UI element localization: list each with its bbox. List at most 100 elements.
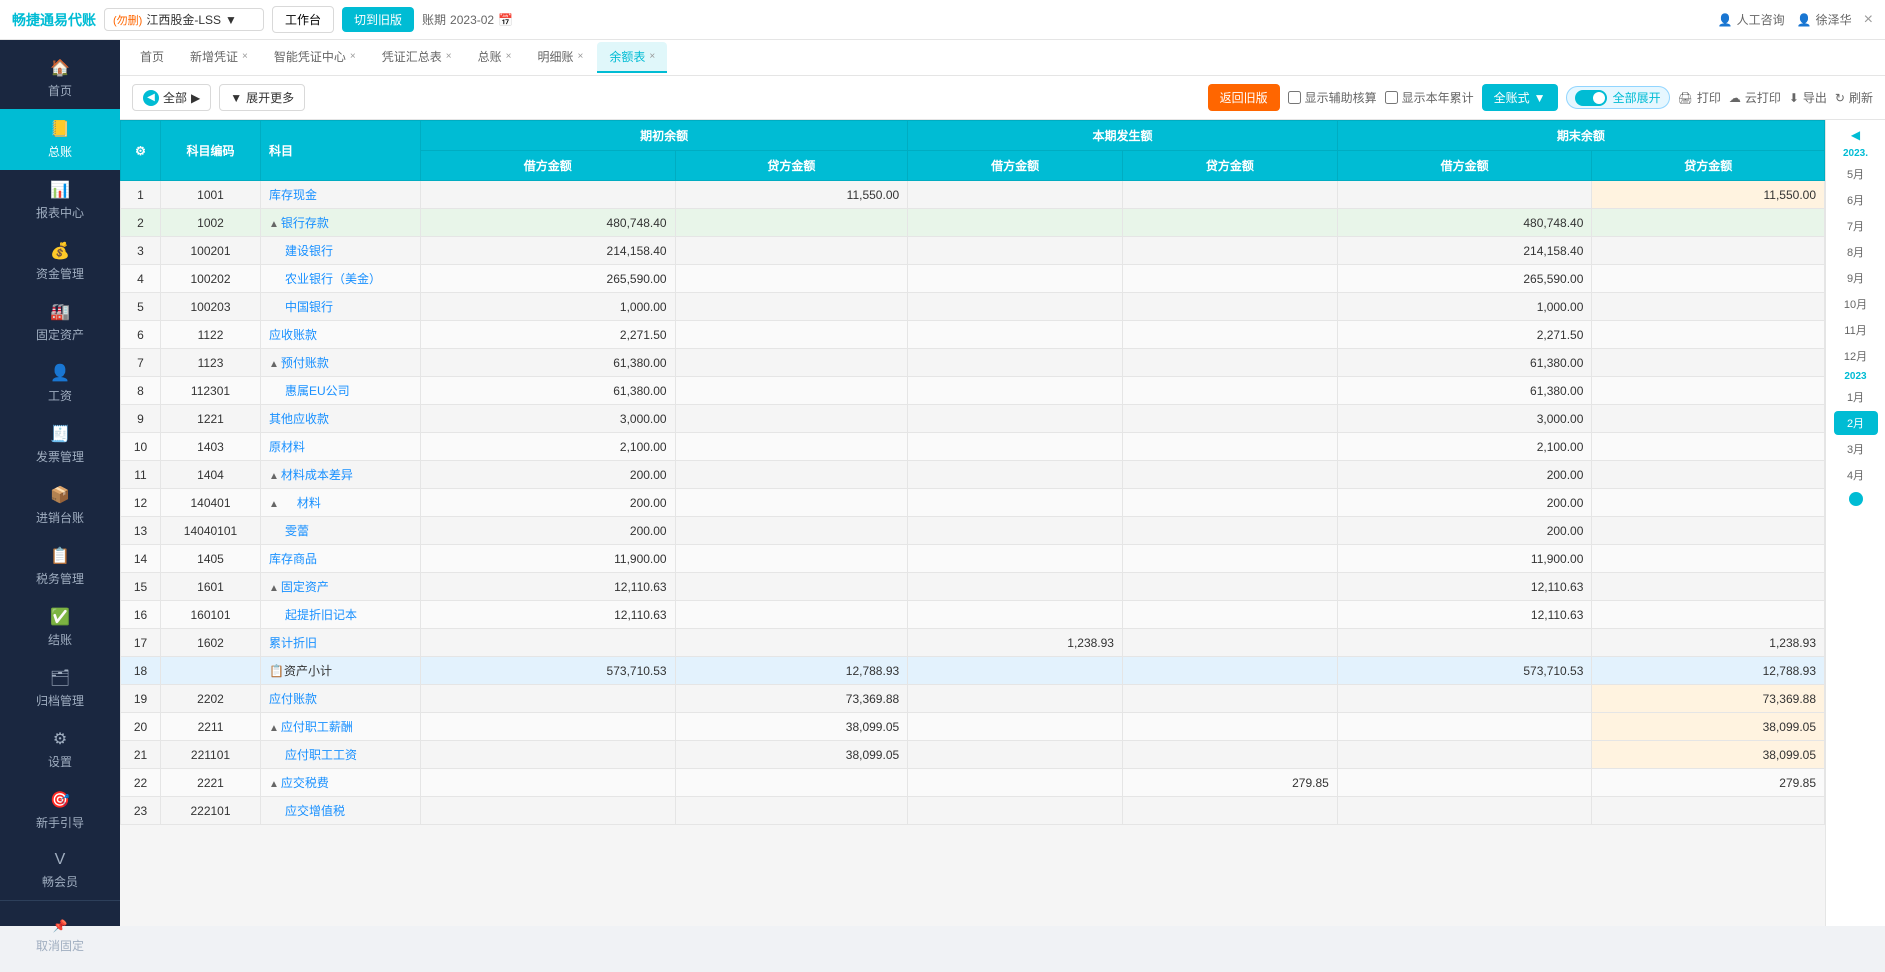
expand-all-toggle[interactable]: 全部展开 bbox=[1566, 86, 1670, 109]
tab-detail-close[interactable]: × bbox=[577, 51, 583, 62]
assist-checkbox-input[interactable] bbox=[1288, 91, 1301, 104]
ytd-checkbox-input[interactable] bbox=[1385, 91, 1398, 104]
close-button[interactable]: × bbox=[1864, 11, 1873, 29]
company-selector[interactable]: (勿删) 江西股金-LSS ▼ bbox=[104, 8, 264, 31]
row-name-link-19[interactable]: 应付职工薪酬 bbox=[281, 720, 353, 734]
expand-icon-14[interactable]: ▲ bbox=[269, 583, 279, 594]
row-name-5[interactable]: 应收账款 bbox=[261, 321, 421, 349]
sidebar-item-invoice[interactable]: 🧾 发票管理 bbox=[0, 414, 120, 475]
row-name-link-3[interactable]: 农业银行（美金） bbox=[285, 272, 381, 286]
tab-voucher-summary-close[interactable]: × bbox=[446, 51, 452, 62]
export-button[interactable]: ⬇ 导出 bbox=[1789, 89, 1827, 106]
sidebar-item-guide[interactable]: 🎯 新手引导 bbox=[0, 780, 120, 841]
row-name-link-12[interactable]: 雯蕾 bbox=[285, 524, 309, 538]
refresh-button[interactable]: ↻ 刷新 bbox=[1835, 89, 1873, 106]
row-name-link-8[interactable]: 其他应收款 bbox=[269, 412, 329, 426]
sidebar-item-settings[interactable]: ⚙ 设置 bbox=[0, 719, 120, 780]
month-prev-8[interactable]: 8月 bbox=[1834, 240, 1878, 264]
toggle-switch[interactable] bbox=[1575, 90, 1607, 106]
month-prev-10[interactable]: 10月 bbox=[1834, 292, 1878, 316]
expand-icon-21[interactable]: ▲ bbox=[269, 779, 279, 790]
print-button[interactable]: 🖨 打印 bbox=[1678, 89, 1721, 106]
tab-balance[interactable]: 余额表 × bbox=[597, 42, 667, 73]
row-name-18[interactable]: 应付账款 bbox=[261, 685, 421, 713]
row-name-link-16[interactable]: 累计折旧 bbox=[269, 636, 317, 650]
sidebar-item-salary[interactable]: 👤 工资 bbox=[0, 353, 120, 414]
sidebar-item-capital[interactable]: 💰 资金管理 bbox=[0, 231, 120, 292]
sidebar-item-settle[interactable]: ✅ 结账 bbox=[0, 597, 120, 658]
row-name-link-4[interactable]: 中国银行 bbox=[285, 300, 333, 314]
row-name-link-18[interactable]: 应付账款 bbox=[269, 692, 317, 706]
calendar-icon[interactable]: 📅 bbox=[498, 13, 513, 27]
sidebar-item-report[interactable]: 📊 报表中心 bbox=[0, 170, 120, 231]
pin-button[interactable]: 📌 取消固定 bbox=[0, 909, 120, 964]
expand-icon-1[interactable]: ▲ bbox=[269, 219, 279, 230]
expand-icon-10[interactable]: ▲ bbox=[269, 471, 279, 482]
tab-new-voucher[interactable]: 新增凭证 × bbox=[178, 42, 260, 73]
row-name-link-21[interactable]: 应交税费 bbox=[281, 776, 329, 790]
sidebar-item-member[interactable]: V 畅会员 bbox=[0, 841, 120, 900]
row-name-15[interactable]: 起提折旧记本 bbox=[261, 601, 421, 629]
row-name-link-22[interactable]: 应交增值税 bbox=[285, 804, 345, 818]
expand-icon-11[interactable]: ▲ bbox=[269, 499, 279, 510]
row-name-10[interactable]: ▲材料成本差异 bbox=[261, 461, 421, 489]
help-btn[interactable]: 👤 人工咨询 bbox=[1718, 11, 1785, 28]
filter-button[interactable]: ◀ 全部 ▶ bbox=[132, 84, 211, 111]
expand-sidebar-arrow[interactable]: ◀ bbox=[1847, 124, 1864, 146]
month-prev-7[interactable]: 7月 bbox=[1834, 214, 1878, 238]
tab-ledger[interactable]: 总账 × bbox=[466, 42, 524, 73]
row-name-link-11[interactable]: 材料 bbox=[297, 496, 321, 510]
workspace-button[interactable]: 工作台 bbox=[272, 6, 334, 33]
expand-button[interactable]: ▼ 展开更多 bbox=[219, 84, 305, 111]
row-name-12[interactable]: 雯蕾 bbox=[261, 517, 421, 545]
row-name-19[interactable]: ▲应付职工薪酬 bbox=[261, 713, 421, 741]
expand-icon-19[interactable]: ▲ bbox=[269, 723, 279, 734]
row-name-2[interactable]: 建设银行 bbox=[261, 237, 421, 265]
row-name-3[interactable]: 农业银行（美金） bbox=[261, 265, 421, 293]
row-name-7[interactable]: 惠属EU公司 bbox=[261, 377, 421, 405]
month-4[interactable]: 4月 bbox=[1834, 463, 1878, 487]
sidebar-item-ledger[interactable]: 📒 总账 bbox=[0, 109, 120, 170]
month-2[interactable]: 2月 bbox=[1834, 411, 1878, 435]
row-name-link-15[interactable]: 起提折旧记本 bbox=[285, 608, 357, 622]
tab-balance-close[interactable]: × bbox=[649, 51, 655, 62]
month-prev-6[interactable]: 6月 bbox=[1834, 188, 1878, 212]
month-prev-11[interactable]: 11月 bbox=[1834, 318, 1878, 342]
row-name-9[interactable]: 原材料 bbox=[261, 433, 421, 461]
row-name-20[interactable]: 应付职工工资 bbox=[261, 741, 421, 769]
switch-version-button[interactable]: 切到旧版 bbox=[342, 7, 414, 32]
settings-col-header[interactable]: ⚙ bbox=[121, 121, 161, 181]
month-3[interactable]: 3月 bbox=[1834, 437, 1878, 461]
row-name-link-7[interactable]: 惠属EU公司 bbox=[285, 384, 350, 398]
return-old-version-button[interactable]: 返回旧版 bbox=[1208, 84, 1280, 111]
month-prev-5[interactable]: 5月 bbox=[1834, 162, 1878, 186]
row-name-22[interactable]: 应交增值税 bbox=[261, 797, 421, 825]
sidebar-item-tax[interactable]: 📋 税务管理 bbox=[0, 536, 120, 597]
sidebar-item-home[interactable]: 🏠 首页 bbox=[0, 48, 120, 109]
style-button[interactable]: 全账式 ▼ bbox=[1482, 84, 1558, 111]
expand-icon-6[interactable]: ▲ bbox=[269, 359, 279, 370]
tab-smart-verify-close[interactable]: × bbox=[350, 51, 356, 62]
row-name-link-5[interactable]: 应收账款 bbox=[269, 328, 317, 342]
row-name-link-1[interactable]: 银行存款 bbox=[281, 216, 329, 230]
row-name-14[interactable]: ▲固定资产 bbox=[261, 573, 421, 601]
tab-ledger-close[interactable]: × bbox=[506, 51, 512, 62]
show-ytd-checkbox[interactable]: 显示本年累计 bbox=[1385, 89, 1474, 106]
month-prev-12[interactable]: 12月 bbox=[1834, 344, 1878, 368]
tab-new-voucher-close[interactable]: × bbox=[242, 51, 248, 62]
sidebar-item-purchase[interactable]: 📦 进销台账 bbox=[0, 475, 120, 536]
row-name-13[interactable]: 库存商品 bbox=[261, 545, 421, 573]
tab-home[interactable]: 首页 bbox=[128, 42, 176, 73]
tab-voucher-summary[interactable]: 凭证汇总表 × bbox=[370, 42, 464, 73]
user-profile[interactable]: 👤 徐泽华 bbox=[1797, 11, 1852, 28]
tab-smart-verify[interactable]: 智能凭证中心 × bbox=[262, 42, 368, 73]
row-name-1[interactable]: ▲银行存款 bbox=[261, 209, 421, 237]
month-prev-9[interactable]: 9月 bbox=[1834, 266, 1878, 290]
row-name-link-2[interactable]: 建设银行 bbox=[285, 244, 333, 258]
row-name-8[interactable]: 其他应收款 bbox=[261, 405, 421, 433]
row-name-6[interactable]: ▲预付账款 bbox=[261, 349, 421, 377]
row-name-11[interactable]: ▲ 材料 bbox=[261, 489, 421, 517]
row-name-link-14[interactable]: 固定资产 bbox=[281, 580, 329, 594]
show-assist-checkbox[interactable]: 显示辅助核算 bbox=[1288, 89, 1377, 106]
tab-detail[interactable]: 明细账 × bbox=[525, 42, 595, 73]
